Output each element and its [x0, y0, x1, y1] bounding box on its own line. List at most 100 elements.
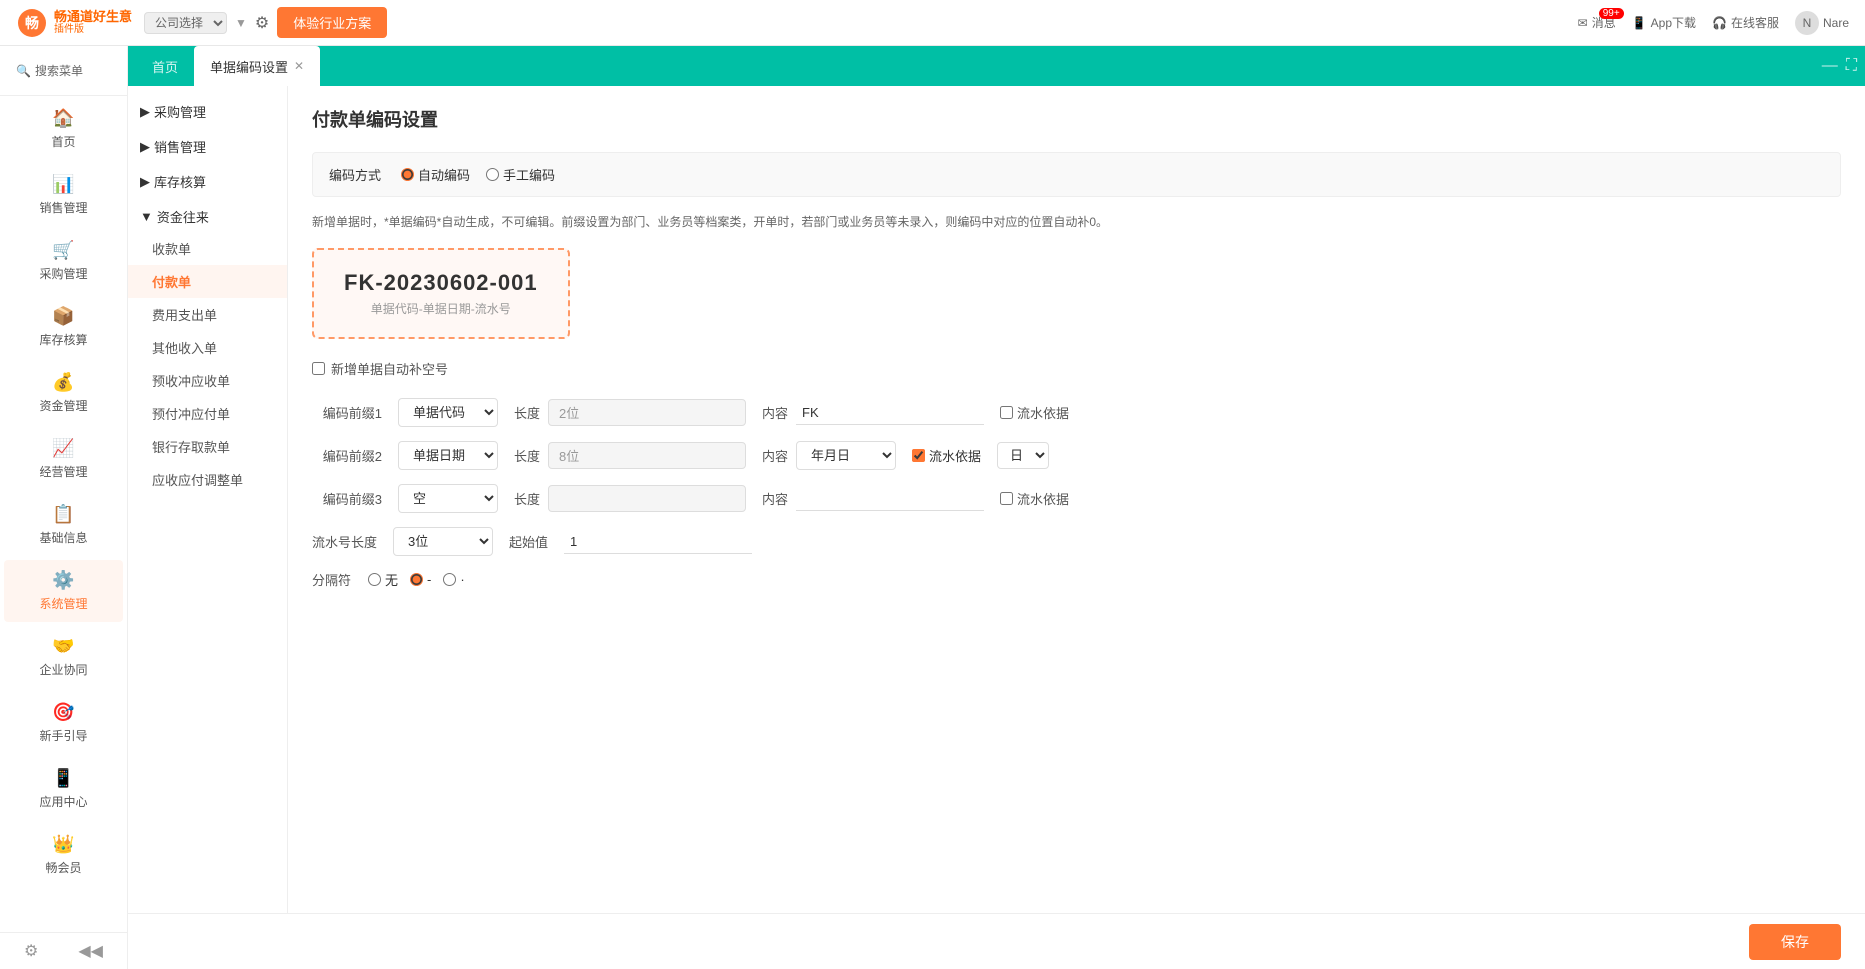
day-select[interactable]: 日 月 年 [997, 442, 1049, 469]
content2-select[interactable]: 年月日 年月 年 [796, 441, 896, 470]
company-select[interactable]: 公司选择 [144, 12, 227, 34]
sub-header-purchase[interactable]: ▶ 采购管理 [128, 96, 287, 127]
sub-item-bank[interactable]: 银行存取款单 [128, 430, 287, 463]
sub-item-expense[interactable]: 费用支出单 [128, 298, 287, 331]
sub-item-pre-recv[interactable]: 预收冲应收单 [128, 364, 287, 397]
sidebar-item-partner[interactable]: 🤝 企业协同 [4, 626, 123, 688]
prefix2-row: 编码前缀2 单据日期 空 长度 内容 年月日 年月 年 流水依据 [312, 441, 1841, 470]
sep-dash-option[interactable]: - [410, 572, 431, 587]
app-download-btn[interactable]: 📱 App下载 [1632, 14, 1696, 31]
sub-item-pre-pay[interactable]: 预付冲应付单 [128, 397, 287, 430]
serial1-checkbox-group: 流水依据 [1000, 403, 1069, 422]
logo-text: 畅通道好生意 插件版 [54, 9, 132, 37]
user-avatar: N [1795, 11, 1819, 35]
serial3-checkbox[interactable] [1000, 492, 1013, 505]
content3-label: 内容 [762, 489, 788, 508]
serial-length-select[interactable]: 3位 4位 5位 6位 [393, 527, 493, 556]
member-icon: 👑 [52, 834, 74, 855]
save-button[interactable]: 保存 [1749, 924, 1841, 960]
online-service-btn[interactable]: 🎧 在线客服 [1712, 14, 1779, 31]
sidebar-item-home[interactable]: 🏠 首页 [4, 98, 123, 160]
serial2-label: 流水依据 [929, 446, 981, 465]
sidebar-item-basic[interactable]: 📋 基础信息 [4, 494, 123, 556]
sidebar-item-newbie[interactable]: 🎯 新手引导 [4, 692, 123, 754]
auto-code-radio[interactable] [401, 168, 414, 181]
sidebar-item-system[interactable]: ⚙️ 系统管理 [4, 560, 123, 622]
sub-item-receipt[interactable]: 收款单 [128, 232, 287, 265]
tab-bar: 首页 单据编码设置 ✕ — ⛶ [128, 46, 1865, 86]
content1-input[interactable] [796, 401, 984, 425]
sidebar-item-sales[interactable]: 📊 销售管理 [4, 164, 123, 226]
sep-dash-radio[interactable] [410, 573, 423, 586]
message-badge: 99+ [1599, 8, 1624, 19]
tab-close-icon[interactable]: ✕ [294, 59, 304, 73]
tab-code-settings[interactable]: 单据编码设置 ✕ [194, 46, 320, 86]
minimize-icon[interactable]: — [1822, 57, 1838, 75]
logo-area: 畅 畅通道好生意 插件版 [16, 7, 132, 39]
sub-header-capital[interactable]: ▼ 资金往来 [128, 201, 287, 232]
prefix3-select[interactable]: 空 单据代码 单据日期 [398, 484, 498, 513]
prefix2-select[interactable]: 单据日期 空 [398, 441, 498, 470]
sidebar-item-operation[interactable]: 📈 经营管理 [4, 428, 123, 490]
page-footer: 保存 [128, 913, 1865, 969]
operation-icon: 📈 [52, 438, 74, 459]
coding-method-radios: 自动编码 手工编码 [401, 165, 555, 184]
auto-code-option[interactable]: 自动编码 [401, 165, 470, 184]
length1-group: 长度 [514, 399, 746, 426]
home-icon: 🏠 [52, 108, 74, 129]
collapse-btn[interactable]: ◀◀ [78, 941, 103, 961]
header-right: ✉ 消息 99+ 📱 App下载 🎧 在线客服 N Nare [1578, 11, 1849, 35]
length1-label: 长度 [514, 403, 540, 422]
start-value-input[interactable] [564, 530, 752, 554]
partner-icon: 🤝 [52, 636, 74, 657]
experience-btn[interactable]: 体验行业方案 [277, 7, 387, 38]
sidebar-item-inventory[interactable]: 📦 库存核算 [4, 296, 123, 358]
auto-fill-label: 新增单据自动补空号 [331, 359, 448, 378]
coding-method-label: 编码方式 [329, 165, 381, 184]
sub-group-purchase: ▶ 采购管理 [128, 94, 287, 129]
sub-header-inventory[interactable]: ▶ 库存核算 [128, 166, 287, 197]
sidebar-item-finance[interactable]: 💰 资金管理 [4, 362, 123, 424]
content3-input[interactable] [796, 487, 984, 511]
sub-label-capital: 资金往来 [157, 207, 209, 226]
maximize-icon[interactable]: ⛶ [1846, 57, 1857, 75]
prefix2-label: 编码前缀2 [312, 446, 382, 465]
serial2-checkbox[interactable] [912, 449, 925, 462]
tab-home[interactable]: 首页 [136, 46, 194, 86]
finance-icon: 💰 [52, 372, 74, 393]
separator-options: 无 - · [368, 570, 465, 589]
sub-group-sales: ▶ 销售管理 [128, 129, 287, 164]
message-btn[interactable]: ✉ 消息 99+ [1578, 14, 1616, 31]
content3-group: 内容 [762, 487, 984, 511]
sep-none-option[interactable]: 无 [368, 570, 398, 589]
prefix1-select[interactable]: 单据代码 空 [398, 398, 498, 427]
sep-none-radio[interactable] [368, 573, 381, 586]
sidebar-item-appcenter[interactable]: 📱 应用中心 [4, 758, 123, 820]
settings-bottom-btn[interactable]: ⚙ [24, 941, 38, 961]
sep-none-label: 无 [385, 570, 398, 589]
page-content-area: 付款单编码设置 编码方式 自动编码 手工编码 新增单据时，*单据编码*自动生成，… [288, 86, 1865, 969]
sep-dot-option[interactable]: · [443, 572, 464, 587]
search-menu-btn[interactable]: 🔍 搜索菜单 [8, 56, 119, 85]
sub-item-ap-adjust[interactable]: 应收应付调整单 [128, 463, 287, 496]
app-download-label: App下载 [1651, 14, 1696, 31]
serial1-checkbox[interactable] [1000, 406, 1013, 419]
sep-dot-radio[interactable] [443, 573, 456, 586]
sub-header-sales[interactable]: ▶ 销售管理 [128, 131, 287, 162]
auto-code-label: 自动编码 [418, 165, 470, 184]
manual-code-radio[interactable] [486, 168, 499, 181]
settings-btn[interactable]: ⚙ [255, 13, 269, 33]
header-left: 畅 畅通道好生意 插件版 公司选择 ▼ ⚙ 体验行业方案 [16, 7, 387, 39]
sub-item-other-income[interactable]: 其他收入单 [128, 331, 287, 364]
sidebar-label-operation: 经营管理 [39, 463, 87, 480]
auto-fill-checkbox[interactable] [312, 362, 325, 375]
sidebar-item-purchase[interactable]: 🛒 采购管理 [4, 230, 123, 292]
sep-dot-label: · [460, 572, 464, 587]
manual-code-option[interactable]: 手工编码 [486, 165, 555, 184]
separator-label: 分隔符 [312, 570, 352, 589]
basic-icon: 📋 [52, 504, 74, 525]
length1-input [548, 399, 746, 426]
sub-item-payment[interactable]: 付款单 [128, 265, 287, 298]
user-btn[interactable]: N Nare [1795, 11, 1849, 35]
sidebar-item-member[interactable]: 👑 畅会员 [4, 824, 123, 886]
